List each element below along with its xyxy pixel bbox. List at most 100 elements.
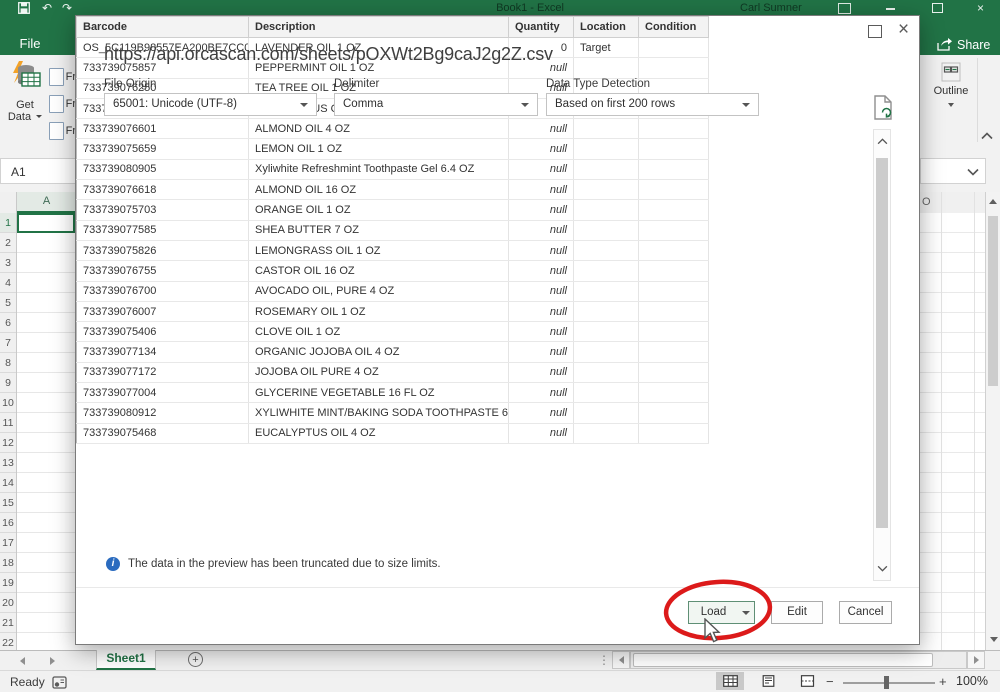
edit-button[interactable]: Edit xyxy=(771,601,823,624)
row-header[interactable]: 10 xyxy=(0,393,16,413)
preview-cell: 733739075468 xyxy=(77,423,249,443)
preview-column-header[interactable]: Description xyxy=(249,17,509,38)
share-button[interactable]: Share xyxy=(936,37,990,52)
preview-cell xyxy=(639,342,709,362)
column-header-fragment: O xyxy=(920,192,985,213)
delimiter-select[interactable]: Comma xyxy=(334,93,538,116)
row-header[interactable]: 3 xyxy=(0,253,16,273)
excel-close-icon[interactable]: × xyxy=(977,2,984,14)
minimize-icon[interactable] xyxy=(886,8,895,10)
row-header[interactable]: 13 xyxy=(0,453,16,473)
select-all-corner[interactable] xyxy=(0,192,17,213)
row-header[interactable]: 4 xyxy=(0,273,16,293)
preview-cell: XYLIWHITE MINT/BAKING SODA TOOTHPASTE 6.… xyxy=(249,403,509,423)
scroll-down-icon[interactable] xyxy=(990,637,998,642)
load-dropdown-button[interactable] xyxy=(738,601,755,624)
vertical-scrollbar[interactable] xyxy=(985,192,1000,650)
save-icon[interactable] xyxy=(18,2,30,14)
ribbon-from-button[interactable]: Fr xyxy=(49,63,76,90)
load-button[interactable]: Load xyxy=(688,601,739,624)
row-header[interactable]: 5 xyxy=(0,293,16,313)
row-header[interactable]: 14 xyxy=(0,473,16,493)
zoom-out-button[interactable]: − xyxy=(826,674,834,689)
ribbon-from-button[interactable]: Fr xyxy=(49,117,76,144)
file-tab[interactable]: File xyxy=(8,33,52,55)
macro-record-icon[interactable] xyxy=(52,676,67,689)
row-header[interactable]: 2 xyxy=(0,233,16,253)
row-header[interactable]: 15 xyxy=(0,493,16,513)
row-header[interactable]: 12 xyxy=(0,433,16,453)
view-page-layout-button[interactable] xyxy=(754,672,782,690)
dialog-restore-icon[interactable] xyxy=(868,25,882,38)
row-header[interactable]: 11 xyxy=(0,413,16,433)
row-header[interactable]: 1 xyxy=(0,213,16,233)
preview-cell: null xyxy=(509,240,574,260)
preview-cell xyxy=(574,403,639,423)
row-header[interactable]: 20 xyxy=(0,593,16,613)
dialog-close-icon[interactable]: × xyxy=(898,17,909,43)
hscroll-right-button[interactable] xyxy=(967,651,985,669)
selected-cell-a1[interactable] xyxy=(17,213,75,233)
preview-cell xyxy=(574,119,639,139)
sheet-nav-next-icon[interactable] xyxy=(50,657,55,665)
preview-table-row: 733739080905Xyliwhite Refreshmint Toothp… xyxy=(77,159,709,179)
preview-cell xyxy=(639,403,709,423)
view-normal-button[interactable] xyxy=(716,672,744,690)
row-header-column: 12345678910111213141516171819202122 xyxy=(0,213,17,653)
maximize-icon[interactable] xyxy=(932,3,943,13)
preview-column-header[interactable]: Location xyxy=(574,17,639,38)
row-header[interactable]: 6 xyxy=(0,313,16,333)
zoom-level[interactable]: 100% xyxy=(956,674,988,688)
ribbon-display-options-icon[interactable] xyxy=(838,3,851,14)
collapse-ribbon-icon[interactable] xyxy=(981,132,993,140)
scroll-down-icon[interactable] xyxy=(877,565,888,572)
preview-cell: AVOCADO OIL, PURE 4 OZ xyxy=(249,281,509,301)
zoom-slider[interactable] xyxy=(843,682,935,684)
row-header[interactable]: 19 xyxy=(0,573,16,593)
refresh-preview-icon[interactable] xyxy=(873,95,894,120)
formula-bar[interactable] xyxy=(920,158,986,184)
name-box[interactable]: A1 xyxy=(0,158,76,184)
undo-icon[interactable]: ↶ xyxy=(42,2,52,14)
row-header[interactable]: 17 xyxy=(0,533,16,553)
zoom-in-button[interactable]: + xyxy=(939,674,947,689)
view-page-break-button[interactable] xyxy=(793,672,821,690)
preview-column-header[interactable]: Condition xyxy=(639,17,709,38)
scroll-up-icon[interactable] xyxy=(989,199,997,204)
row-header[interactable]: 9 xyxy=(0,373,16,393)
preview-table-row: 733739076618ALMOND OIL 16 OZnull xyxy=(77,180,709,200)
cancel-button[interactable]: Cancel xyxy=(839,601,892,624)
sheet-nav-prev-icon[interactable] xyxy=(20,657,25,665)
hscroll-left-button[interactable] xyxy=(612,651,630,669)
row-header[interactable]: 16 xyxy=(0,513,16,533)
horizontal-scrollbar-thumb[interactable] xyxy=(633,653,933,667)
preview-scrollbar-thumb[interactable] xyxy=(876,158,888,528)
get-data-button[interactable]: Get Data xyxy=(2,60,48,146)
preview-column-header[interactable]: Barcode xyxy=(77,17,249,38)
preview-cell: CASTOR OIL 16 OZ xyxy=(249,261,509,281)
outline-button[interactable]: Outline xyxy=(926,58,976,146)
sheet-tab-sheet1[interactable]: Sheet1 xyxy=(96,650,156,670)
row-header[interactable]: 8 xyxy=(0,353,16,373)
preview-table-row: 733739077585SHEA BUTTER 7 OZnull xyxy=(77,220,709,240)
preview-column-header[interactable]: Quantity xyxy=(509,17,574,38)
preview-header-row: BarcodeDescriptionQuantityLocationCondit… xyxy=(77,17,709,38)
column-header-a[interactable]: A xyxy=(17,192,76,213)
data-type-detection-select[interactable]: Based on first 200 rows xyxy=(546,93,759,116)
row-header[interactable]: 21 xyxy=(0,613,16,633)
preview-scrollbar[interactable] xyxy=(873,129,891,581)
formula-bar-expand-icon[interactable] xyxy=(967,168,979,176)
redo-icon[interactable]: ↷ xyxy=(62,2,72,14)
tab-splitter-handle[interactable]: ⋮ xyxy=(598,650,610,670)
row-header[interactable]: 7 xyxy=(0,333,16,353)
grid-fragment[interactable] xyxy=(920,213,985,650)
column-a-cells[interactable] xyxy=(17,213,76,653)
scroll-up-icon[interactable] xyxy=(877,138,888,145)
file-origin-select[interactable]: 65001: Unicode (UTF-8) xyxy=(104,93,317,116)
zoom-slider-thumb[interactable] xyxy=(884,676,889,689)
vertical-scrollbar-thumb[interactable] xyxy=(988,216,998,386)
preview-cell xyxy=(639,200,709,220)
row-header[interactable]: 18 xyxy=(0,553,16,573)
add-sheet-button[interactable]: + xyxy=(188,652,203,667)
ribbon-from-button[interactable]: Fr xyxy=(49,90,76,117)
